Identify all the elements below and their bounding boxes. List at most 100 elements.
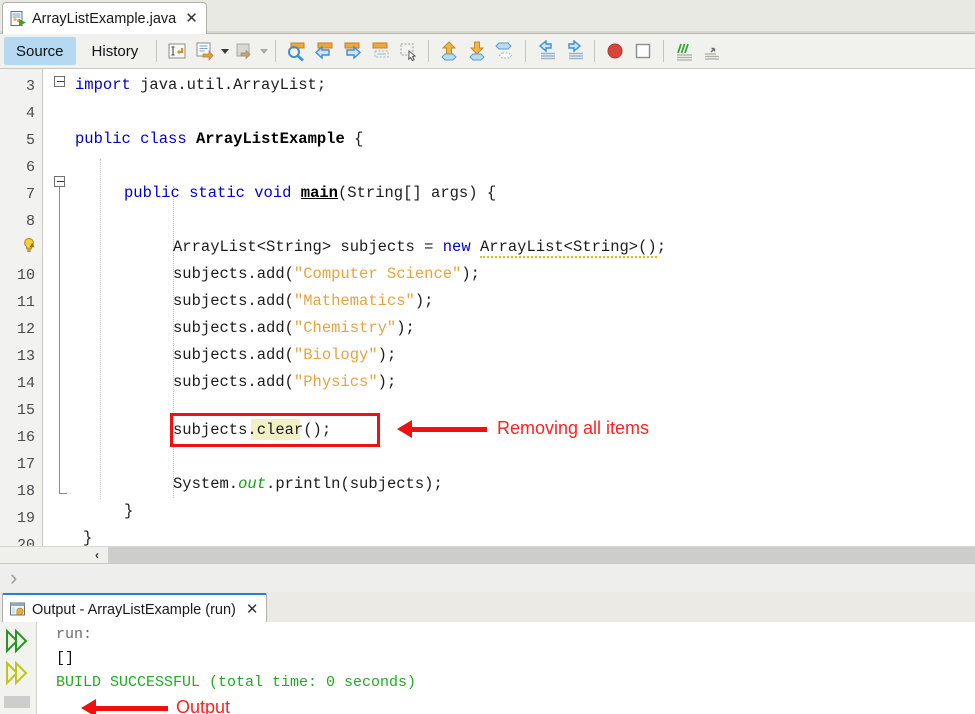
token-add-prefix-2: subjects.add( xyxy=(173,292,294,310)
token-add-prefix-4: subjects.add( xyxy=(173,346,294,364)
find-selection-icon[interactable] xyxy=(282,37,310,65)
token-add-suffix: ); xyxy=(461,265,480,283)
line-number: 20 xyxy=(16,537,35,546)
toolbar-separator-4 xyxy=(525,40,527,62)
output-window-icon xyxy=(9,601,27,619)
code-line-13: subjects.add("Biology"); xyxy=(173,346,396,364)
annotation-arrow-head xyxy=(397,420,412,438)
annotation-note-removing-items: Removing all items xyxy=(497,418,650,438)
lightbulb-warning-icon[interactable] xyxy=(21,237,38,254)
output-line-result: [] xyxy=(56,650,75,667)
line-number: 4 xyxy=(25,105,35,122)
token-semicolon: ; xyxy=(656,238,667,256)
editor-tab-arraylistexample[interactable]: ArrayListExample.java ✕ xyxy=(2,2,207,34)
token-decl-prefix: ArrayList<String> subjects = xyxy=(173,238,443,256)
editor-toolbar: Source History xyxy=(0,34,975,69)
shift-line-dropdown-caret[interactable] xyxy=(258,37,269,65)
code-line-14: subjects.add("Physics"); xyxy=(173,373,396,391)
token-string-chemistry: "Chemistry" xyxy=(293,319,397,337)
line-number: 16 xyxy=(16,429,35,446)
code-line-5: public class ArrayListExample { xyxy=(75,130,363,148)
code-line-19: } xyxy=(124,502,133,520)
annotation-arrow-shaft xyxy=(412,427,487,432)
last-edit-dropdown-caret[interactable] xyxy=(219,37,230,65)
breadcrumb: › xyxy=(0,563,975,593)
annotation-note-output: Output xyxy=(176,697,231,714)
start-macro-recording-icon[interactable] xyxy=(601,37,629,65)
line-number: 8 xyxy=(25,213,35,230)
shift-line-icon[interactable] xyxy=(230,37,258,65)
output-toolbar-stub[interactable] xyxy=(4,696,30,708)
fold-range-line xyxy=(59,187,60,493)
line-number: 19 xyxy=(16,510,35,527)
token-close-inner: } xyxy=(124,502,134,520)
code-text-area[interactable]: import java.util.ArrayList; public class… xyxy=(75,69,975,546)
token-close-outer: } xyxy=(83,529,93,546)
code-line-10: subjects.add("Computer Science"); xyxy=(173,265,480,283)
token-string-physics: "Physics" xyxy=(293,373,378,391)
output-tab-strip: Output - ArrayListExample (run) ✕ xyxy=(0,592,975,624)
fold-range-foot xyxy=(59,493,67,494)
token-system: System. xyxy=(173,475,239,493)
find-next-icon[interactable] xyxy=(338,37,366,65)
editor-horizontal-scrollbar[interactable]: ‹ xyxy=(0,546,975,564)
last-edit-icon[interactable] xyxy=(191,37,219,65)
fold-toggle-import[interactable] xyxy=(54,76,65,87)
token-class-name: ArrayListExample xyxy=(195,130,345,148)
line-number-gutter: 3 4 5 6 7 8 10 11 12 13 14 15 16 17 18 1… xyxy=(0,69,43,546)
scrollbar-thumb[interactable] xyxy=(108,547,975,563)
token-method-main: main xyxy=(300,184,338,202)
toggle-highlight-search-icon[interactable] xyxy=(366,37,394,65)
java-file-icon xyxy=(9,10,27,28)
shift-left-icon[interactable] xyxy=(532,37,560,65)
line-number: 13 xyxy=(16,348,35,365)
chevron-right-icon[interactable]: › xyxy=(10,567,17,589)
output-arrow-head xyxy=(81,699,96,714)
line-number: 18 xyxy=(16,483,35,500)
editor-tab-label: ArrayListExample.java xyxy=(32,10,177,27)
line-number: 5 xyxy=(25,132,35,149)
toggle-rectangular-selection-icon[interactable] xyxy=(163,37,191,65)
shift-right-icon[interactable] xyxy=(560,37,588,65)
close-icon[interactable]: ✕ xyxy=(185,11,198,26)
token-main-signature: (String[] args) { xyxy=(338,184,497,202)
token-import-path: java.util.ArrayList; xyxy=(130,76,327,94)
tab-source[interactable]: Source xyxy=(4,37,76,65)
line-number: 10 xyxy=(16,267,35,284)
token-field-out: out xyxy=(238,475,267,493)
token-add-prefix-5: subjects.add( xyxy=(173,373,294,391)
inspect-icon[interactable] xyxy=(698,37,726,65)
stop-macro-recording-icon[interactable] xyxy=(629,37,657,65)
toolbar-separator xyxy=(156,40,158,62)
token-warning-underline: ArrayList<String>() xyxy=(479,238,657,258)
tab-history[interactable]: History xyxy=(80,37,151,65)
output-line-build: BUILD SUCCESSFUL (total time: 0 seconds) xyxy=(56,674,417,691)
token-keyword-public: public xyxy=(75,130,131,148)
fold-toggle-main[interactable] xyxy=(54,176,65,187)
toolbar-separator-3 xyxy=(428,40,430,62)
token-keyword-static: static xyxy=(189,184,245,202)
code-line-7: public static void main(String[] args) { xyxy=(124,184,496,202)
output-body[interactable]: run: [] BUILD SUCCESSFUL (total time: 0 … xyxy=(0,622,975,714)
code-fold-column xyxy=(43,69,75,546)
line-number: 17 xyxy=(16,456,35,473)
toolbar-separator-5 xyxy=(594,40,596,62)
find-previous-icon[interactable] xyxy=(310,37,338,65)
toggle-rectangular-select-icon[interactable] xyxy=(394,37,422,65)
next-bookmark-icon[interactable] xyxy=(463,37,491,65)
close-icon[interactable]: ✕ xyxy=(246,602,259,617)
code-editor[interactable]: 3 4 5 6 7 8 10 11 12 13 14 15 16 17 18 1… xyxy=(0,69,975,546)
format-icon[interactable] xyxy=(670,37,698,65)
output-window: Output - ArrayListExample (run) ✕ run: [… xyxy=(0,592,975,714)
scrollbar-left-arrow-icon[interactable]: ‹ xyxy=(86,547,108,563)
rerun-alt-icon[interactable] xyxy=(4,660,32,689)
code-line-9: ArrayList<String> subjects = new ArrayLi… xyxy=(173,238,667,258)
output-tab[interactable]: Output - ArrayListExample (run) ✕ xyxy=(2,593,268,624)
token-keyword-void: void xyxy=(254,184,292,202)
line-number: 3 xyxy=(25,78,35,95)
line-number: 6 xyxy=(25,159,35,176)
toggle-bookmark-icon[interactable] xyxy=(491,37,519,65)
previous-bookmark-icon[interactable] xyxy=(435,37,463,65)
rerun-icon[interactable] xyxy=(4,628,32,657)
token-println-rest: .println(subjects); xyxy=(266,475,443,493)
